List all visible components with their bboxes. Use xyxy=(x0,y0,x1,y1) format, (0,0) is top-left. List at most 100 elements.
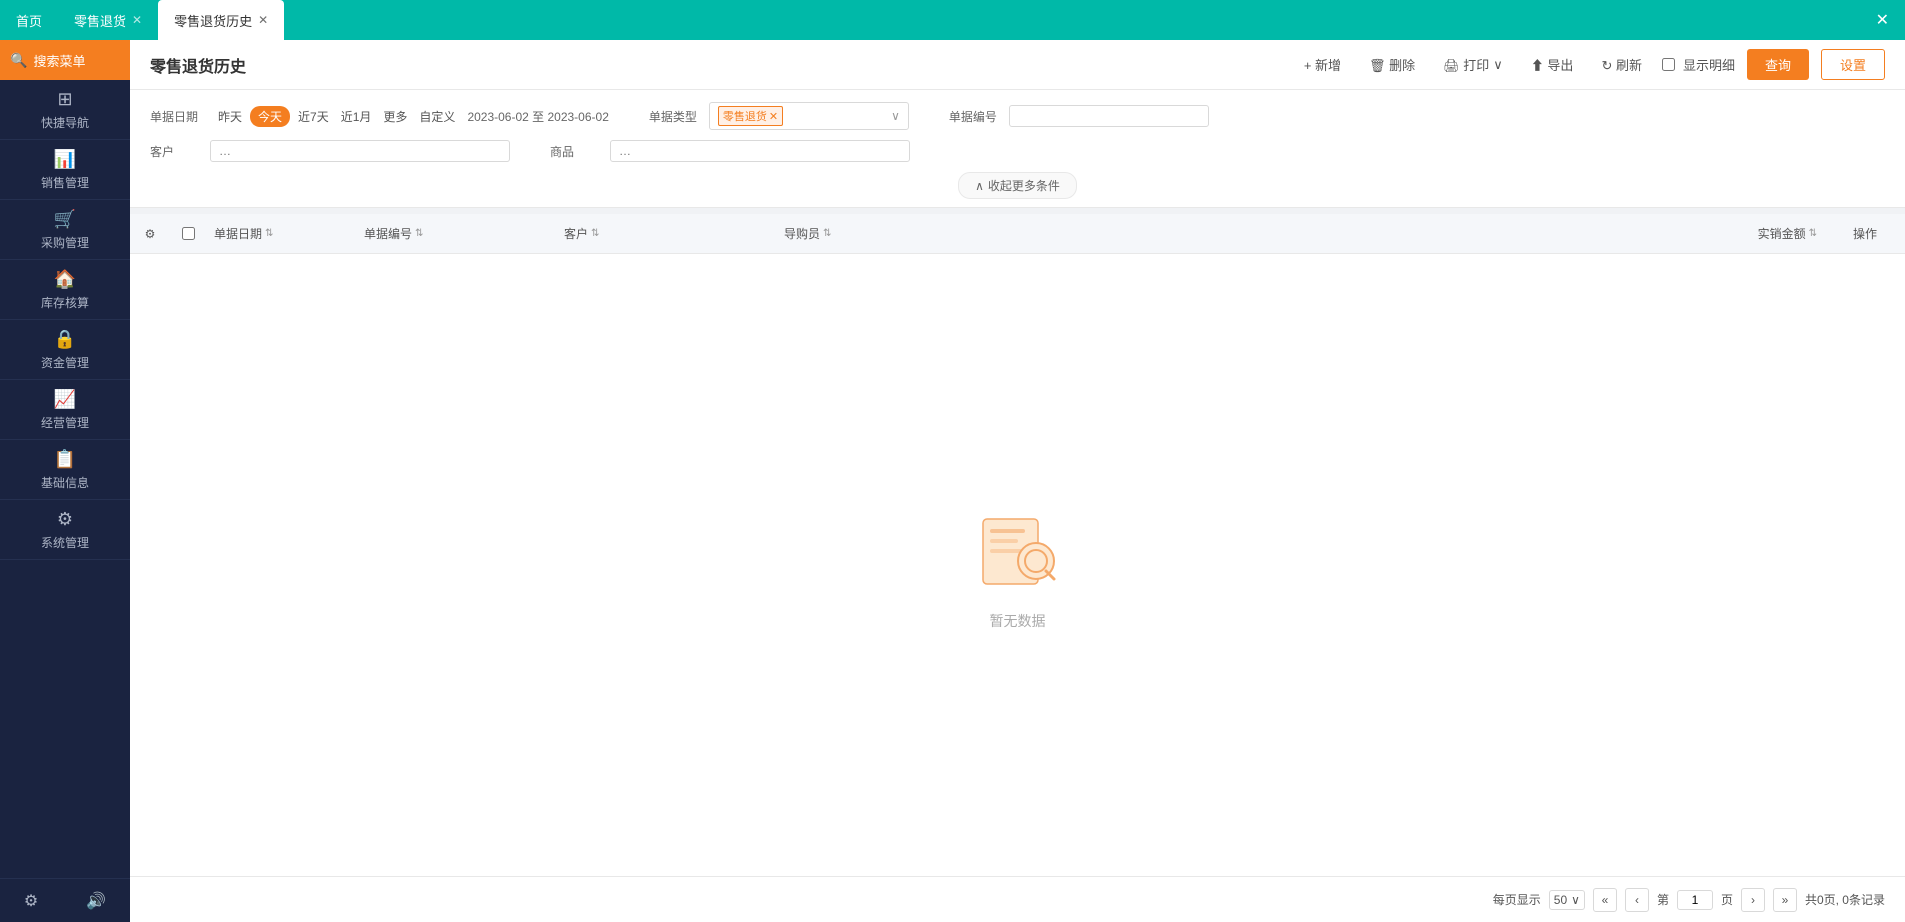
th-customer[interactable]: 客户 ⇅ xyxy=(556,225,776,242)
tab-retail-return-history-close[interactable]: ✕ xyxy=(258,13,268,27)
sidebar-settings-icon[interactable]: ⚙ xyxy=(24,891,38,911)
customer-input[interactable] xyxy=(210,140,510,162)
sidebar-search[interactable]: 🔍 搜索菜单 xyxy=(0,40,130,80)
sidebar-item-purchase-mgmt[interactable]: 🛒 采购管理 xyxy=(0,200,130,260)
export-button[interactable]: ⬆ 导出 xyxy=(1523,51,1582,78)
page-unit: 页 xyxy=(1721,891,1733,908)
tab-retail-return-close[interactable]: ✕ xyxy=(132,13,142,27)
th-num[interactable]: 单据编号 ⇅ xyxy=(356,225,556,242)
page-size-chevron-icon: ∨ xyxy=(1571,893,1580,907)
th-guide-label: 导购员 xyxy=(784,225,820,242)
date-opt-yesterday[interactable]: 昨天 xyxy=(214,106,246,127)
type-tag-close[interactable]: ✕ xyxy=(769,110,778,123)
table-header: ⚙ 单据日期 ⇅ 单据编号 ⇅ 客户 ⇅ 导购员 ⇅ xyxy=(130,214,1905,254)
last-page-button[interactable]: » xyxy=(1773,888,1797,912)
th-guide-sort-icon: ⇅ xyxy=(823,228,831,239)
sidebar-item-ops-mgmt[interactable]: 📈 经营管理 xyxy=(0,380,130,440)
sidebar-item-fund-mgmt[interactable]: 🔒 资金管理 xyxy=(0,320,130,380)
total-info: 共0页, 0条记录 xyxy=(1805,891,1885,908)
type-tag-label: 零售退货 xyxy=(723,108,767,124)
sidebar-item-sales-mgmt-label: 销售管理 xyxy=(41,174,89,191)
th-customer-sort-icon: ⇅ xyxy=(591,228,599,239)
purchase-mgmt-icon: 🛒 xyxy=(54,209,76,230)
add-button[interactable]: + 新增 xyxy=(1296,51,1349,78)
print-chevron-icon: ∨ xyxy=(1493,57,1503,73)
filter-area: 单据日期 昨天 今天 近7天 近1月 更多 自定义 2023-06-02 至 2… xyxy=(130,90,1905,208)
th-amount[interactable]: 实销金额 ⇅ xyxy=(1705,225,1825,242)
sidebar-item-sales-mgmt[interactable]: 📊 销售管理 xyxy=(0,140,130,200)
date-opt-month[interactable]: 近1月 xyxy=(337,106,376,127)
export-label: ⬆ 导出 xyxy=(1531,55,1574,74)
tab-home[interactable]: 首页 xyxy=(0,0,58,40)
close-window-button[interactable]: ✕ xyxy=(1860,10,1905,30)
th-date-label: 单据日期 xyxy=(214,225,262,242)
print-button[interactable]: 🖨 打印 ∨ xyxy=(1435,51,1511,78)
th-date[interactable]: 单据日期 ⇅ xyxy=(206,225,356,242)
sidebar-item-stock-calc[interactable]: 🏠 库存核算 xyxy=(0,260,130,320)
type-select[interactable]: 零售退货 ✕ ∨ xyxy=(709,102,909,130)
goods-label: 商品 xyxy=(550,143,610,160)
top-bar: 首页 零售退货 ✕ 零售退货历史 ✕ ✕ xyxy=(0,0,1905,40)
sidebar-item-quick-nav-label: 快捷导航 xyxy=(41,114,89,131)
sidebar-sound-icon[interactable]: 🔊 xyxy=(86,891,106,911)
sidebar-item-purchase-mgmt-label: 采购管理 xyxy=(41,234,89,251)
query-button[interactable]: 查询 xyxy=(1747,49,1809,80)
pagination: 每页显示 50 ∨ « ‹ 第 页 › » 共0页, 0条记录 xyxy=(130,876,1905,922)
show-detail-checkbox[interactable] xyxy=(1662,58,1675,71)
add-label: + 新增 xyxy=(1304,55,1341,74)
th-check[interactable] xyxy=(170,227,206,240)
prev-page-button[interactable]: ‹ xyxy=(1625,888,1649,912)
page-label: 第 xyxy=(1657,891,1669,908)
sidebar-item-ops-mgmt-label: 经营管理 xyxy=(41,414,89,431)
date-label: 单据日期 xyxy=(150,108,210,125)
fund-mgmt-icon: 🔒 xyxy=(54,329,76,350)
current-page-input[interactable] xyxy=(1677,890,1713,910)
filter-row-1: 单据日期 昨天 今天 近7天 近1月 更多 自定义 2023-06-02 至 2… xyxy=(150,102,1885,130)
print-label: 🖨 打印 xyxy=(1443,55,1489,74)
first-page-button[interactable]: « xyxy=(1593,888,1617,912)
delete-button[interactable]: 🗑 删除 xyxy=(1361,51,1423,78)
date-opt-more[interactable]: 更多 xyxy=(379,106,411,127)
delete-label: 🗑 删除 xyxy=(1369,55,1415,74)
goods-input[interactable] xyxy=(610,140,910,162)
main-layout: 🔍 搜索菜单 ⊞ 快捷导航 📊 销售管理 🛒 采购管理 🏠 库存核算 🔒 资金管… xyxy=(0,40,1905,922)
page-size-select[interactable]: 50 ∨ xyxy=(1549,890,1585,910)
collapse-icon: ∧ xyxy=(975,179,984,193)
sidebar-item-sys-mgmt[interactable]: ⚙ 系统管理 xyxy=(0,500,130,560)
sidebar-item-quick-nav[interactable]: ⊞ 快捷导航 xyxy=(0,80,130,140)
customer-label: 客户 xyxy=(150,143,210,160)
num-input[interactable] xyxy=(1009,105,1209,127)
collapse-button[interactable]: ∧ 收起更多条件 xyxy=(958,172,1077,199)
header-actions: + 新增 🗑 删除 🖨 打印 ∨ ⬆ 导出 ↻ 刷新 显示明细 xyxy=(1296,49,1885,80)
page-header: 零售退货历史 + 新增 🗑 删除 🖨 打印 ∨ ⬆ 导出 ↻ 刷新 xyxy=(130,40,1905,90)
date-range: 2023-06-02 至 2023-06-02 xyxy=(467,108,608,125)
select-all-checkbox[interactable] xyxy=(182,227,195,240)
table-body: 暂无数据 xyxy=(130,254,1905,876)
tab-home-label: 首页 xyxy=(16,11,42,30)
filter-goods: 商品 xyxy=(550,140,910,162)
page-title: 零售退货历史 xyxy=(150,53,1296,77)
filter-customer: 客户 xyxy=(150,140,510,162)
date-opt-custom[interactable]: 自定义 xyxy=(415,106,459,127)
empty-illustration xyxy=(968,499,1068,599)
sidebar-item-basic-info[interactable]: 📋 基础信息 xyxy=(0,440,130,500)
th-amount-label: 实销金额 xyxy=(1758,225,1806,242)
th-gear[interactable]: ⚙ xyxy=(130,227,170,241)
tab-retail-return-history-label: 零售退货历史 xyxy=(174,11,252,30)
tab-retail-return-label: 零售退货 xyxy=(74,11,126,30)
date-opt-week[interactable]: 近7天 xyxy=(294,106,333,127)
page-size-label: 每页显示 xyxy=(1493,891,1541,908)
date-opt-today[interactable]: 今天 xyxy=(250,106,290,127)
th-guide[interactable]: 导购员 ⇅ xyxy=(776,225,976,242)
tab-retail-return-history[interactable]: 零售退货历史 ✕ xyxy=(158,0,284,40)
search-icon: 🔍 xyxy=(10,52,27,69)
next-page-button[interactable]: › xyxy=(1741,888,1765,912)
th-date-sort-icon: ⇅ xyxy=(265,228,273,239)
th-op-label: 操作 xyxy=(1853,225,1877,242)
show-detail[interactable]: 显示明细 xyxy=(1662,55,1735,74)
refresh-button[interactable]: ↻ 刷新 xyxy=(1593,51,1650,78)
ops-mgmt-icon: 📈 xyxy=(54,389,76,410)
sidebar-search-label: 搜索菜单 xyxy=(33,51,85,70)
setting-button[interactable]: 设置 xyxy=(1821,49,1885,80)
tab-retail-return[interactable]: 零售退货 ✕ xyxy=(58,0,158,40)
